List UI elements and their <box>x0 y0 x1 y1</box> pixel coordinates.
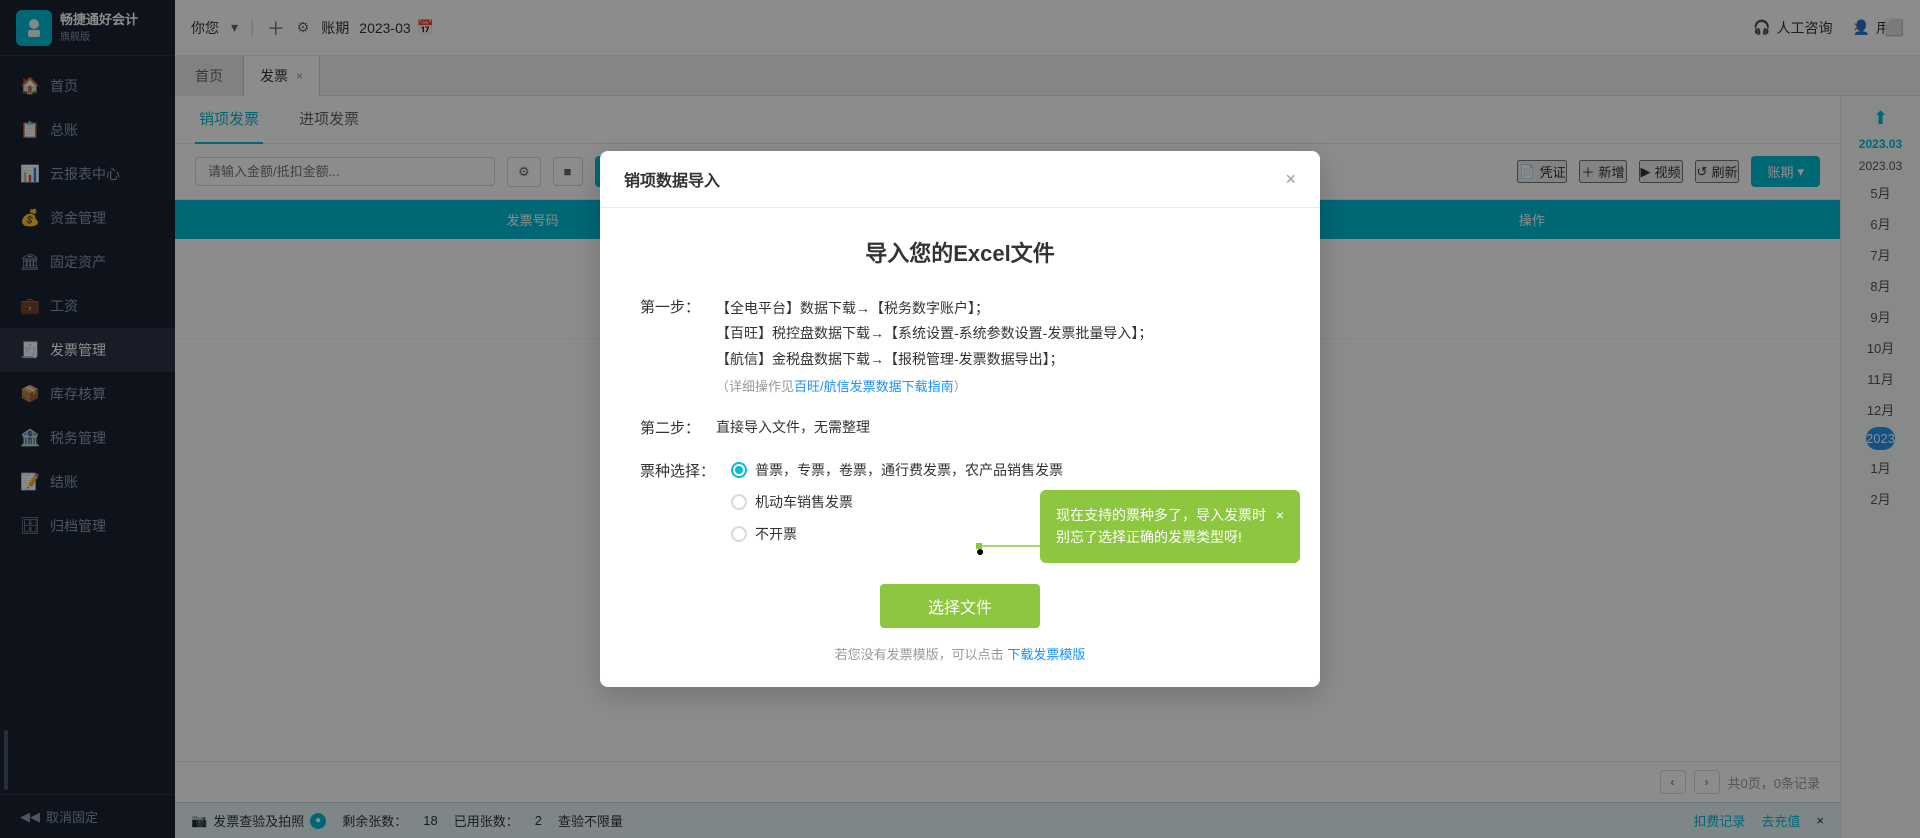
select-file-btn[interactable]: 选择文件 <box>880 584 1040 628</box>
ticket-section: 票种选择： 普票，专票，卷票，通行费发票，农产品销售发票 机动车销售 <box>640 460 1280 544</box>
ticket-option-2-label: 机动车销售发票 <box>755 492 853 512</box>
radio-2 <box>731 494 747 510</box>
step1-line1: 【全电平台】数据下载→【税务数字账户】； <box>716 296 1152 321</box>
tooltip-wrap: ● × 现在支持的票种多了，导入发票时别忘了选择正确的发票类型呀! <box>974 490 1300 563</box>
ticket-option-1-label: 普票，专票，卷票，通行费发票，农产品销售发票 <box>755 460 1063 480</box>
dialog-header: 销项数据导入 × <box>600 151 1320 208</box>
ticket-option-3-label: 不开票 <box>755 524 797 544</box>
tooltip-box: × 现在支持的票种多了，导入发票时别忘了选择正确的发票类型呀! <box>1040 490 1300 563</box>
step2-content: 直接导入文件，无需整理 <box>716 415 870 440</box>
tooltip-close-btn[interactable]: × <box>1276 504 1284 526</box>
select-file-wrap: 选择文件 <box>640 584 1280 628</box>
radio-dot-1 <box>735 466 743 474</box>
step1-note: （详细操作见百旺/航信发票数据下载指南） <box>716 376 1280 395</box>
dialog-main-title: 导入您的Excel文件 <box>640 236 1280 268</box>
dialog-footer: 若您没有发票模版，可以点击 下载发票模版 <box>640 644 1280 663</box>
step1-line2: 【百旺】税控盘数据下载→【系统设置-系统参数设置-发票批量导入】； <box>716 321 1152 346</box>
dialog-body: 导入您的Excel文件 第一步： 【全电平台】数据下载→【税务数字账户】； 【百… <box>600 208 1320 687</box>
footer-download-link[interactable]: 下载发票模版 <box>1007 647 1085 662</box>
tooltip-text: 现在支持的票种多了，导入发票时别忘了选择正确的发票类型呀! <box>1056 507 1266 545</box>
step1-row: 第一步： 【全电平台】数据下载→【税务数字账户】； 【百旺】税控盘数据下载→【系… <box>640 296 1280 372</box>
step1-line3: 【航信】金税盘数据下载→【报税管理-发票数据导出】； <box>716 347 1152 372</box>
import-dialog: 销项数据导入 × 导入您的Excel文件 第一步： 【全电平台】数据下载→【税务… <box>600 151 1320 687</box>
dialog-overlay: 销项数据导入 × 导入您的Excel文件 第一步： 【全电平台】数据下载→【税务… <box>0 0 1920 838</box>
dialog-title: 销项数据导入 <box>624 167 720 191</box>
tooltip-line <box>980 536 1040 556</box>
ticket-label: 票种选择： <box>640 460 715 481</box>
step1-label: 第一步： <box>640 296 700 317</box>
step1-content: 【全电平台】数据下载→【税务数字账户】； 【百旺】税控盘数据下载→【系统设置-系… <box>716 296 1152 372</box>
radio-3 <box>731 526 747 542</box>
step1-section: 第一步： 【全电平台】数据下载→【税务数字账户】； 【百旺】税控盘数据下载→【系… <box>640 296 1280 395</box>
ticket-option-1[interactable]: 普票，专票，卷票，通行费发票，农产品销售发票 <box>731 460 1063 480</box>
footer-note: 若您没有发票模版，可以点击 <box>835 647 1004 662</box>
step2-label: 第二步： <box>640 417 700 438</box>
step2-row: 第二步： 直接导入文件，无需整理 <box>640 415 1280 440</box>
radio-1 <box>731 462 747 478</box>
dialog-close-btn[interactable]: × <box>1285 170 1296 188</box>
step1-link[interactable]: 百旺/航信发票数据下载指南 <box>794 379 954 394</box>
